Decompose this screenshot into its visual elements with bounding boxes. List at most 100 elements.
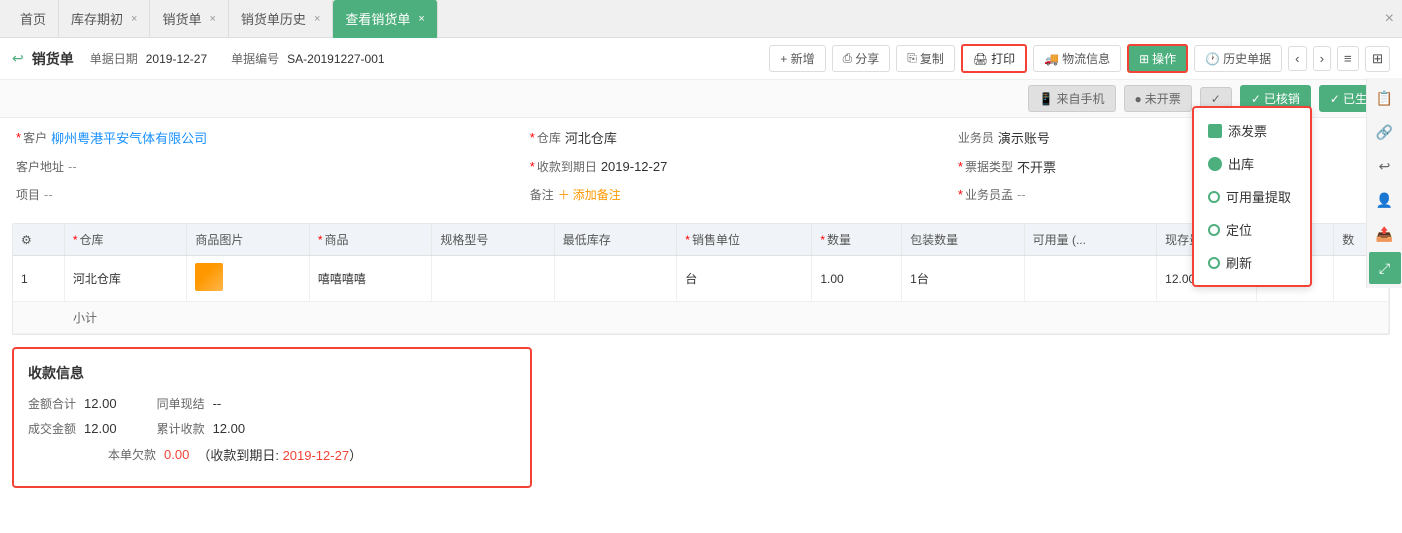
subtotal-row: 小计: [13, 302, 1389, 334]
tab-sales-order[interactable]: 销货单 ×: [150, 0, 228, 38]
project-value: --: [44, 187, 53, 202]
tab-close-view-sales[interactable]: ×: [418, 13, 424, 25]
toolbar: ↩ 销货单 单据日期 2019-12-27 单据编号 SA-20191227-0…: [0, 38, 1402, 80]
right-icon-2[interactable]: ↩: [1369, 150, 1401, 182]
tab-sales-history[interactable]: 销货单历史 ×: [229, 0, 333, 38]
check-circle-icon2: ✓: [1330, 92, 1340, 106]
circle-outline-locate: [1208, 224, 1220, 236]
trade-amount-item: 成交金额 12.00: [28, 420, 117, 437]
panel-row-1: 金额合计 12.00 同单现结 --: [28, 395, 516, 412]
phone-icon: 📱: [1039, 92, 1054, 106]
right-icon-5[interactable]: ⤢: [1369, 252, 1401, 284]
product-image: [195, 263, 223, 291]
product-table: ⚙ *仓库 商品图片 *商品 规格型号 最低库存 *销售单位 *数量 包装数量 …: [13, 224, 1389, 334]
warehouse-value: 河北仓库: [565, 128, 617, 147]
main-area: ↩ 销货单 单据日期 2019-12-27 单据编号 SA-20191227-0…: [0, 38, 1402, 533]
same-order-value: --: [213, 396, 222, 411]
dropdown-item-outbound[interactable]: 出库: [1194, 147, 1310, 180]
operation-dropdown: 添发票 出库 可用量提取 定位 刷新: [1192, 106, 1312, 287]
tab-close-sales-order[interactable]: ×: [209, 13, 215, 25]
right-icon-3[interactable]: 👤: [1369, 184, 1401, 216]
table-row: 1 河北仓库 嘻嘻嘻嘻 台 1.00 1台 12: [13, 256, 1389, 302]
tab-inventory-init[interactable]: 库存期初 ×: [59, 0, 150, 38]
staff-value: 演示账号: [998, 128, 1050, 147]
date-label: 单据日期: [90, 50, 138, 67]
tab-home[interactable]: 首页: [8, 0, 59, 38]
add-note-button[interactable]: ＋ 添加备注: [558, 186, 621, 203]
copy-button[interactable]: ⎘ 复制: [896, 45, 955, 72]
th-pack-qty: 包装数量: [902, 224, 1024, 256]
amount-total-item: 金额合计 12.00: [28, 395, 117, 412]
print-button[interactable]: 🖨 打印: [961, 44, 1027, 73]
row-no: 1: [13, 256, 64, 302]
panel-row-2: 成交金额 12.00 累计收款 12.00: [28, 420, 516, 437]
salesperson-value: --: [1017, 187, 1026, 202]
truck-icon: 🚚: [1044, 52, 1059, 66]
th-unit: *销售单位: [677, 224, 812, 256]
customer-value[interactable]: 柳州粤港平安气体有限公司: [51, 128, 207, 147]
row-pack-qty: 1台: [902, 256, 1024, 302]
no-label: 单据编号: [231, 50, 279, 67]
check-circle-icon: ✓: [1251, 92, 1261, 106]
address-value: --: [68, 159, 77, 174]
due-amount-item: 本单欠款 0.00 （收款到期日: 2019-12-27）: [108, 445, 362, 464]
dropdown-item-avail[interactable]: 可用量提取: [1194, 180, 1310, 213]
th-min-stock: 最低库存: [554, 224, 676, 256]
status-phone-btn[interactable]: 📱 来自手机: [1028, 85, 1116, 112]
share-icon: ⎙: [843, 51, 853, 66]
operation-button[interactable]: ⊞ 操作: [1127, 44, 1188, 73]
toolbar-actions: + 新增 ⎙ 分享 ⎘ 复制 🖨 打印 🚚 物流信息: [769, 44, 1390, 73]
copy-icon: ⎘: [907, 51, 917, 66]
th-avail: 可用量 (...: [1024, 224, 1157, 256]
form-row-2: 客户地址 -- * 收款到期日 2019-12-27 * 票据类型 不开票: [16, 157, 1386, 176]
due-date: 2019-12-27: [283, 448, 350, 463]
tab-close-inventory-init[interactable]: ×: [131, 13, 137, 25]
view-grid-button[interactable]: ⊞: [1365, 46, 1390, 72]
right-icon-1[interactable]: 🔗: [1369, 116, 1401, 148]
grid-icon: ⊞: [1139, 52, 1149, 66]
plus-icon: ＋: [558, 186, 570, 203]
th-qty: *数量: [812, 224, 902, 256]
share-button[interactable]: ⎙ 分享: [832, 45, 891, 72]
note-field: 备注 ＋ 添加备注: [530, 186, 958, 203]
customer-field: * 客户 柳州粤港平安气体有限公司: [16, 128, 530, 147]
right-icon-0[interactable]: 📋: [1369, 82, 1401, 114]
row-unit: 台: [677, 256, 812, 302]
new-button[interactable]: + 新增: [769, 45, 825, 72]
logistics-button[interactable]: 🚚 物流信息: [1033, 45, 1121, 72]
th-product: *商品: [309, 224, 431, 256]
dropdown-item-locate[interactable]: 定位: [1194, 213, 1310, 246]
dropdown-item-refresh[interactable]: 刷新: [1194, 246, 1310, 279]
amount-value: 12.00: [84, 396, 117, 411]
payment-date-field: * 收款到期日 2019-12-27: [530, 158, 958, 175]
table-scroll[interactable]: ⚙ *仓库 商品图片 *商品 规格型号 最低库存 *销售单位 *数量 包装数量 …: [13, 224, 1389, 334]
tab-close-sales-history[interactable]: ×: [314, 13, 320, 25]
form-row-1: * 客户 柳州粤港平安气体有限公司 * 仓库 河北仓库 业务员 演示账号: [16, 128, 1386, 147]
close-all-tabs[interactable]: ×: [1385, 10, 1394, 28]
tab-view-sales[interactable]: 查看销货单 ×: [333, 0, 437, 38]
th-image: 商品图片: [187, 224, 309, 256]
cum-value: 12.00: [213, 421, 246, 436]
row-qty: 1.00: [812, 256, 902, 302]
project-field: 项目 --: [16, 186, 530, 203]
nav-next-button[interactable]: ›: [1313, 46, 1331, 71]
due-note: （收款到期日: 2019-12-27）: [197, 445, 362, 464]
view-list-button[interactable]: ≡: [1337, 46, 1359, 71]
salesperson-field: * 业务员孟 --: [958, 186, 1386, 203]
dropdown-item-invoice[interactable]: 添发票: [1194, 114, 1310, 147]
same-order-item: 同单现结 --: [157, 395, 222, 412]
form-row-3: 项目 -- 备注 ＋ 添加备注 * 业务员孟 --: [16, 186, 1386, 203]
right-icon-4[interactable]: 📤: [1369, 218, 1401, 250]
ticket-value: 不开票: [1017, 157, 1056, 176]
check-icon: ✓: [1211, 92, 1221, 106]
status-invoice-btn[interactable]: ● 未开票: [1124, 85, 1192, 112]
nav-prev-button[interactable]: ‹: [1288, 46, 1306, 71]
same-order-label: 同单现结: [157, 395, 205, 412]
cum-payment-item: 累计收款 12.00: [157, 420, 246, 437]
th-settings[interactable]: ⚙: [13, 224, 64, 256]
right-icon-panel: 📋 🔗 ↩ 👤 📤 ⤢: [1366, 78, 1402, 288]
subtotal-label: 小计: [13, 302, 1389, 334]
history-icon: 🕐: [1205, 52, 1220, 66]
circle-icon: ●: [1135, 92, 1142, 106]
history-button[interactable]: 🕐 历史单据: [1194, 45, 1282, 72]
